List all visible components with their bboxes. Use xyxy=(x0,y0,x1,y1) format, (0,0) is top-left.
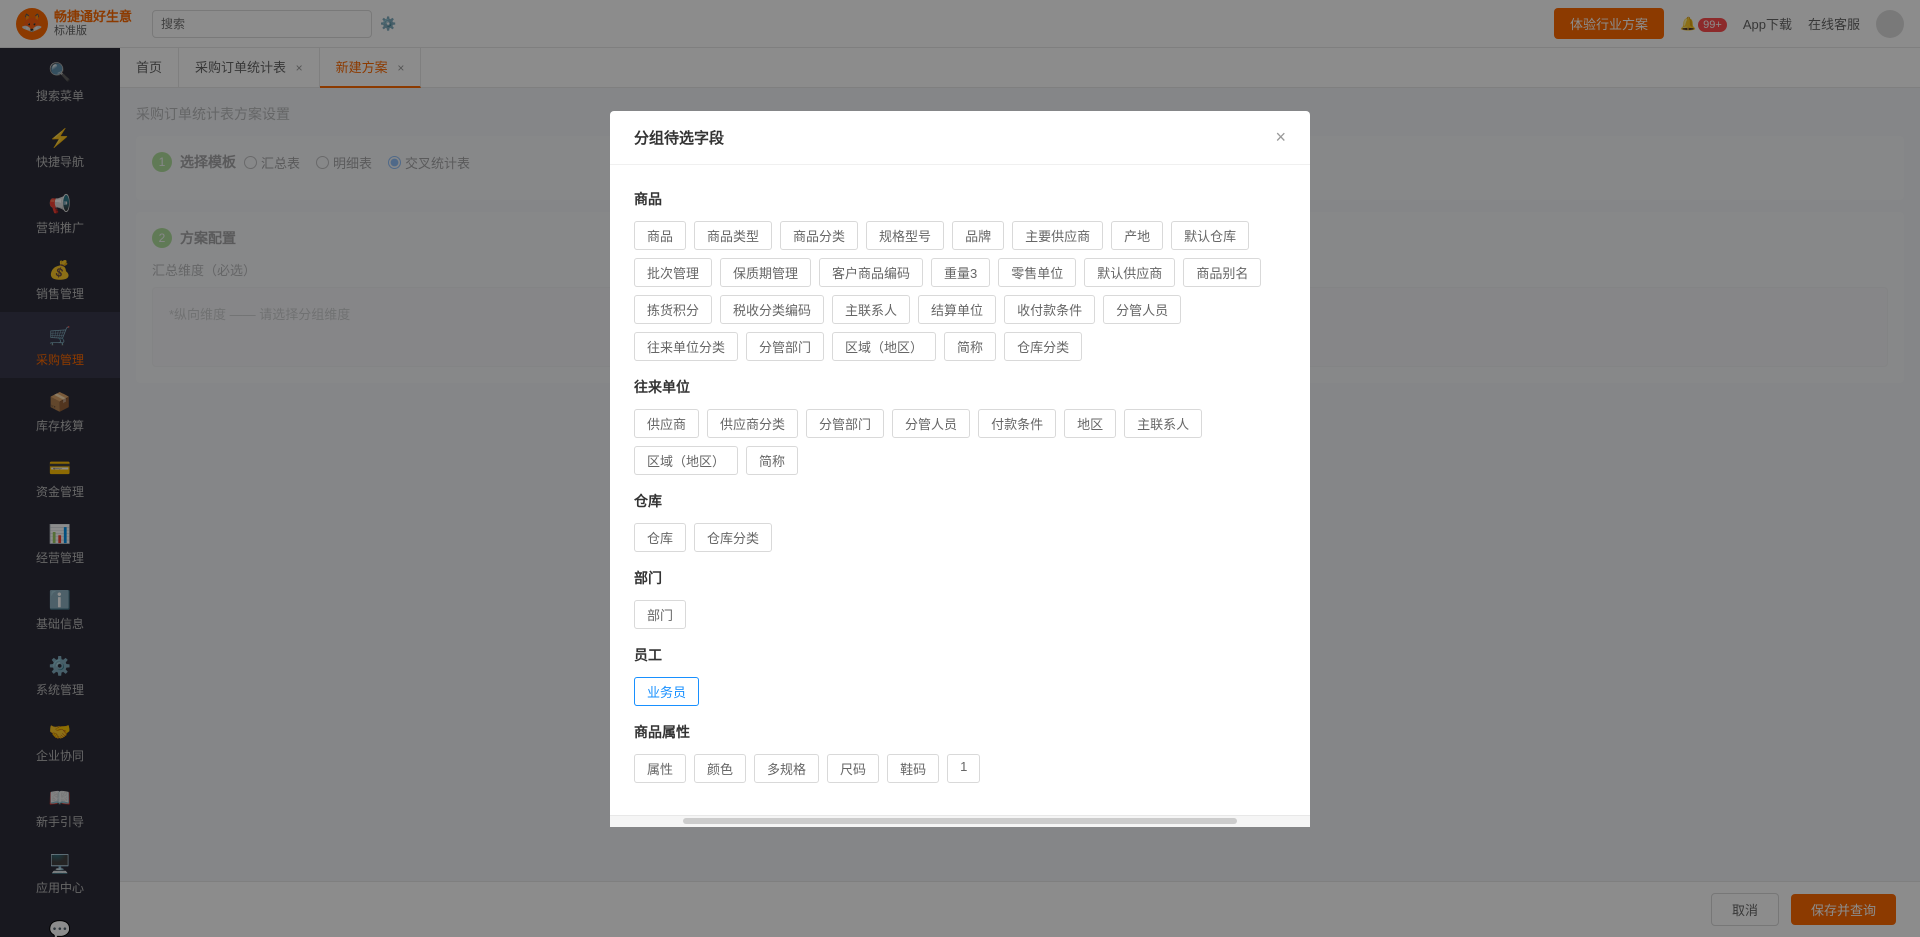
modal-dialog: 分组待选字段 × 商品商品商品类型商品分类规格型号品牌主要供应商产地默认仓库批次… xyxy=(610,111,1310,827)
field-tag[interactable]: 仓库分类 xyxy=(1004,332,1082,361)
field-tag[interactable]: 批次管理 xyxy=(634,258,712,287)
field-tag[interactable]: 税收分类编码 xyxy=(720,295,824,324)
field-tag[interactable]: 商品 xyxy=(634,221,686,250)
modal-header: 分组待选字段 × xyxy=(610,111,1310,165)
field-grid-商品: 商品商品类型商品分类规格型号品牌主要供应商产地默认仓库批次管理保质期管理客户商品… xyxy=(634,221,1286,361)
field-tag[interactable]: 仓库 xyxy=(634,523,686,552)
field-tag[interactable]: 分管人员 xyxy=(892,409,970,438)
field-tag[interactable]: 分管部门 xyxy=(746,332,824,361)
field-tag[interactable]: 规格型号 xyxy=(866,221,944,250)
field-tag[interactable]: 商品别名 xyxy=(1183,258,1261,287)
field-tag[interactable]: 尺码 xyxy=(827,754,879,783)
field-tag[interactable]: 结算单位 xyxy=(918,295,996,324)
field-tag[interactable]: 业务员 xyxy=(634,677,699,706)
field-tag[interactable]: 拣货积分 xyxy=(634,295,712,324)
field-grid-商品属性: 属性颜色多规格尺码鞋码 1 xyxy=(634,754,1286,783)
field-tag[interactable]: 主要供应商 xyxy=(1012,221,1103,250)
field-tag[interactable]: 供应商分类 xyxy=(707,409,798,438)
field-tag[interactable]: 区域（地区） xyxy=(832,332,936,361)
field-tag[interactable]: 简称 xyxy=(746,446,798,475)
field-tag[interactable]: 区域（地区） xyxy=(634,446,738,475)
field-tag[interactable]: 付款条件 xyxy=(978,409,1056,438)
field-tag[interactable]: 简称 xyxy=(944,332,996,361)
section-title-仓库: 仓库 xyxy=(634,491,1286,511)
field-grid-员工: 业务员 xyxy=(634,677,1286,706)
field-tag[interactable]: 分管部门 xyxy=(806,409,884,438)
field-tag[interactable]: 商品分类 xyxy=(780,221,858,250)
field-tag[interactable]: 多规格 xyxy=(754,754,819,783)
field-tag[interactable]: 属性 xyxy=(634,754,686,783)
field-tag[interactable]: 仓库分类 xyxy=(694,523,772,552)
section-title-往来单位: 往来单位 xyxy=(634,377,1286,397)
field-tag[interactable]: 客户商品编码 xyxy=(819,258,923,287)
section-title-商品: 商品 xyxy=(634,189,1286,209)
field-grid-仓库: 仓库仓库分类 xyxy=(634,523,1286,552)
field-tag[interactable]: 默认供应商 xyxy=(1084,258,1175,287)
field-tag[interactable]: 颜色 xyxy=(694,754,746,783)
field-tag[interactable]: 地区 xyxy=(1064,409,1116,438)
field-tag[interactable]: 商品类型 xyxy=(694,221,772,250)
field-tag[interactable]: 部门 xyxy=(634,600,686,629)
field-tag[interactable]: 保质期管理 xyxy=(720,258,811,287)
field-tag[interactable]: 鞋码 xyxy=(887,754,939,783)
field-tag[interactable]: 往来单位分类 xyxy=(634,332,738,361)
field-tag[interactable]: 产地 xyxy=(1111,221,1163,250)
modal-close-button[interactable]: × xyxy=(1275,128,1286,146)
section-title-部门: 部门 xyxy=(634,568,1286,588)
field-grid-部门: 部门 xyxy=(634,600,1286,629)
modal-scrollbar[interactable] xyxy=(610,815,1310,827)
modal-overlay: 分组待选字段 × 商品商品商品类型商品分类规格型号品牌主要供应商产地默认仓库批次… xyxy=(0,0,1920,937)
section-title-员工: 员工 xyxy=(634,645,1286,665)
field-tag[interactable]: 分管人员 xyxy=(1103,295,1181,324)
field-tag[interactable]: 重量3 xyxy=(931,258,990,287)
field-tag[interactable]: 品牌 xyxy=(952,221,1004,250)
modal-title: 分组待选字段 xyxy=(634,127,724,148)
field-tag[interactable]: 收付款条件 xyxy=(1004,295,1095,324)
field-tag[interactable]: 主联系人 xyxy=(1124,409,1202,438)
field-tag[interactable]: 零售单位 xyxy=(998,258,1076,287)
field-tag[interactable]: 1 xyxy=(947,754,980,783)
field-grid-往来单位: 供应商供应商分类分管部门分管人员付款条件地区主联系人区域（地区） 简称 xyxy=(634,409,1286,475)
modal-body[interactable]: 商品商品商品类型商品分类规格型号品牌主要供应商产地默认仓库批次管理保质期管理客户… xyxy=(610,165,1310,815)
field-tag[interactable]: 主联系人 xyxy=(832,295,910,324)
scrollbar-thumb xyxy=(683,818,1237,824)
section-title-商品属性: 商品属性 xyxy=(634,722,1286,742)
field-tag[interactable]: 默认仓库 xyxy=(1171,221,1249,250)
field-tag[interactable]: 供应商 xyxy=(634,409,699,438)
